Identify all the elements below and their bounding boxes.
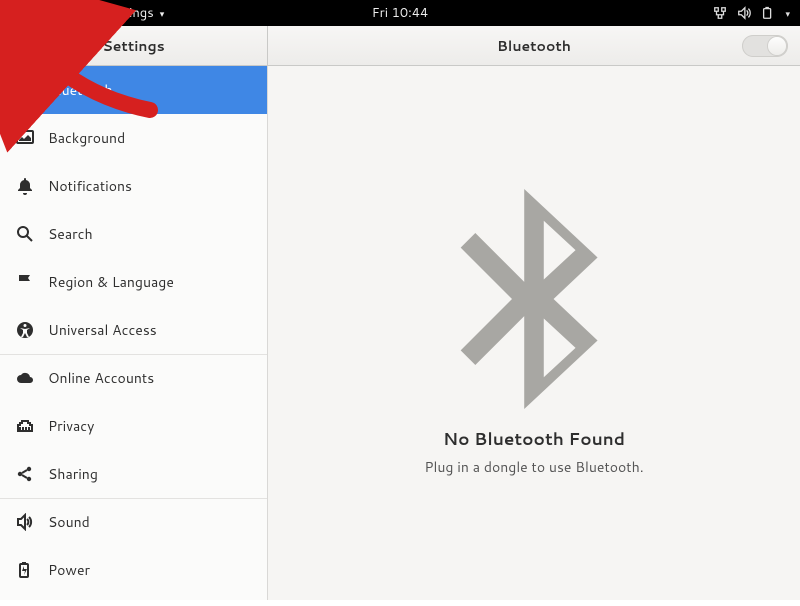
- share-icon: [16, 465, 34, 483]
- sidebar-item-label: Power: [48, 560, 90, 580]
- sidebar-item-label: Universal Access: [48, 320, 157, 340]
- settings-window: Settings Bluetooth Bluetooth Background …: [0, 26, 800, 600]
- sidebar-item-online[interactable]: Online Accounts: [0, 354, 267, 402]
- status-subtitle: Plug in a dongle to use Bluetooth.: [424, 457, 643, 477]
- sidebar-item-label: Region & Language: [48, 272, 174, 292]
- background-icon: [16, 129, 34, 147]
- sound-icon: [16, 513, 34, 531]
- sidebar-item-label: Sound: [48, 512, 90, 532]
- sidebar-item-notifications[interactable]: Notifications: [0, 162, 267, 210]
- status-title: No Bluetooth Found: [443, 427, 625, 451]
- sidebar-item-label: Search: [48, 224, 93, 244]
- search-button[interactable]: [6, 31, 36, 61]
- sidebar-item-background[interactable]: Background: [0, 114, 267, 162]
- volume-icon[interactable]: [737, 6, 751, 20]
- privacy-icon: [16, 417, 34, 435]
- settings-icon: [84, 6, 98, 20]
- topbar-app-menu[interactable]: Settings ▾: [84, 4, 165, 22]
- search-icon: [16, 225, 34, 243]
- headerbar-sidebar: Settings: [0, 26, 268, 65]
- sidebar-item-label: Sharing: [48, 464, 98, 484]
- sidebar-item-sharing[interactable]: Sharing: [0, 450, 267, 498]
- sidebar-item-region[interactable]: Region & Language: [0, 258, 267, 306]
- accessibility-icon: [16, 321, 34, 339]
- sidebar-item-label: Privacy: [48, 416, 94, 436]
- sidebar-item-privacy[interactable]: Privacy: [0, 402, 267, 450]
- sidebar-item-label: Online Accounts: [48, 368, 154, 388]
- search-icon: [13, 38, 29, 54]
- network-icon[interactable]: [713, 6, 727, 20]
- panel-title: Bluetooth: [497, 36, 571, 56]
- sidebar-item-label: Notifications: [48, 176, 132, 196]
- sidebar-title: Settings: [102, 36, 164, 56]
- sidebar-item-sound[interactable]: Sound: [0, 498, 267, 546]
- bluetooth-icon: [16, 81, 34, 99]
- chevron-down-icon: ▾: [160, 7, 165, 20]
- topbar-clock[interactable]: Fri 10:44: [372, 4, 429, 22]
- sidebar-item-search[interactable]: Search: [0, 210, 267, 258]
- sidebar-item-label: Bluetooth: [48, 80, 112, 100]
- bluetooth-icon: [459, 189, 609, 409]
- flag-icon: [16, 273, 34, 291]
- cloud-icon: [16, 369, 34, 387]
- sidebar-item-universal[interactable]: Universal Access: [0, 306, 267, 354]
- bluetooth-panel: No Bluetooth Found Plug in a dongle to u…: [268, 66, 800, 600]
- settings-sidebar: Bluetooth Background Notifications Searc…: [0, 66, 268, 600]
- gnome-topbar: Activities Settings ▾ Fri 10:44 ▾: [0, 0, 800, 26]
- headerbar: Settings Bluetooth: [0, 26, 800, 66]
- headerbar-content: Bluetooth: [268, 26, 800, 65]
- sidebar-item-label: Background: [48, 128, 125, 148]
- sidebar-item-power[interactable]: Power: [0, 546, 267, 594]
- chevron-down-icon[interactable]: ▾: [785, 7, 790, 20]
- power-icon: [16, 561, 34, 579]
- battery-icon[interactable]: [761, 6, 775, 20]
- sidebar-item-bluetooth[interactable]: Bluetooth: [0, 66, 267, 114]
- bluetooth-toggle[interactable]: [742, 35, 788, 57]
- activities-button[interactable]: Activities: [10, 4, 74, 22]
- topbar-app-label: Settings: [104, 4, 154, 22]
- bell-icon: [16, 177, 34, 195]
